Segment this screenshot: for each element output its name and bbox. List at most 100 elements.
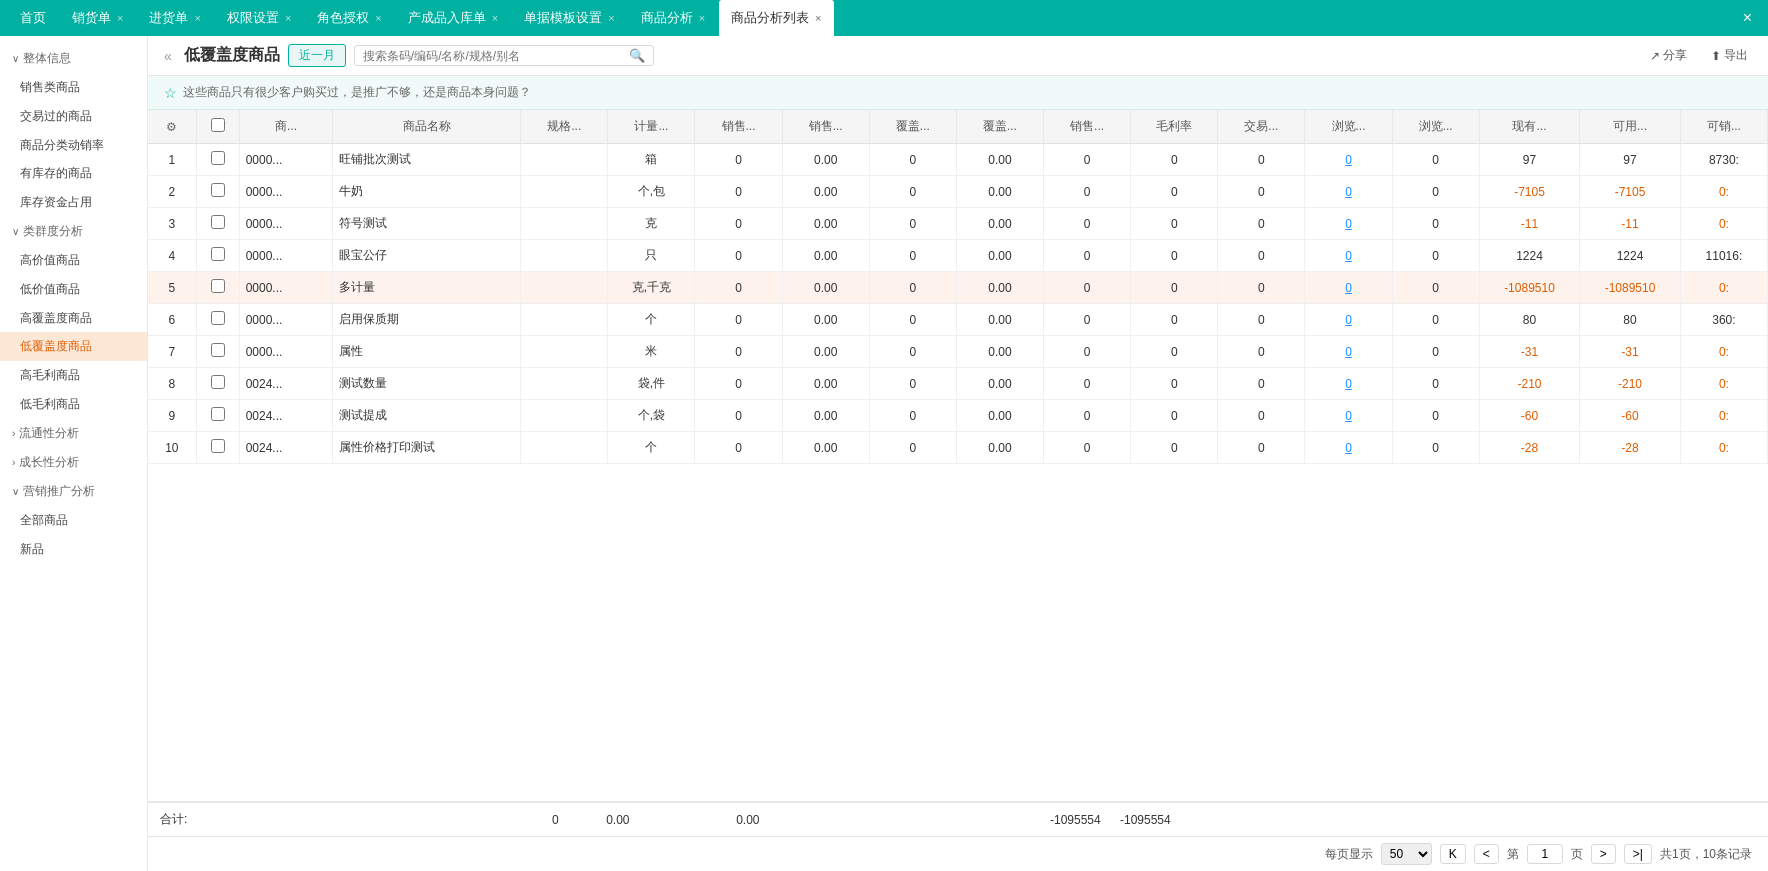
row-select-checkbox[interactable] — [211, 151, 225, 165]
row-name: 牛奶 — [333, 176, 521, 208]
prev-page-button[interactable]: < — [1474, 844, 1499, 864]
row-browse1[interactable]: 0 — [1305, 208, 1392, 240]
close-icon[interactable]: × — [492, 0, 498, 36]
col-settings[interactable]: ⚙ — [148, 110, 196, 144]
row-code: 0000... — [239, 176, 333, 208]
row-cover2: 0.00 — [956, 304, 1043, 336]
row-checkbox[interactable] — [196, 368, 239, 400]
row-browse1[interactable]: 0 — [1305, 240, 1392, 272]
chevron-right-icon: › — [12, 457, 15, 468]
sidebar-collapse-button[interactable]: « — [160, 46, 176, 66]
row-select-checkbox[interactable] — [211, 375, 225, 389]
first-page-button[interactable]: K — [1440, 844, 1466, 864]
search-input[interactable] — [363, 49, 625, 63]
row-browse1[interactable]: 0 — [1305, 272, 1392, 304]
row-browse1[interactable]: 0 — [1305, 400, 1392, 432]
row-select-checkbox[interactable] — [211, 279, 225, 293]
row-checkbox[interactable] — [196, 336, 239, 368]
nav-tab-purchase[interactable]: 进货单 × — [137, 0, 212, 36]
row-select-checkbox[interactable] — [211, 407, 225, 421]
nav-tab-permission[interactable]: 权限设置 × — [215, 0, 303, 36]
col-sale-amt-header: 销售... — [782, 110, 869, 144]
row-stock: -60 — [1479, 400, 1580, 432]
row-saleable: 0: — [1680, 432, 1767, 464]
page-prefix-label: 第 — [1507, 846, 1519, 863]
row-select-checkbox[interactable] — [211, 183, 225, 197]
row-unit: 克 — [608, 208, 695, 240]
table-wrapper[interactable]: ⚙ 商... 商品名称 规格... 计量... 销售... 销售... 覆盖..… — [148, 110, 1768, 801]
close-icon[interactable]: × — [815, 0, 821, 36]
row-browse1[interactable]: 0 — [1305, 176, 1392, 208]
close-icon[interactable]: × — [375, 0, 381, 36]
close-icon[interactable]: × — [117, 0, 123, 36]
sidebar-item-category-rate[interactable]: 商品分类动销率 — [0, 131, 147, 160]
filter-period-button[interactable]: 近一月 — [288, 44, 346, 67]
sidebar-section-liquidity[interactable]: › 流通性分析 — [0, 419, 147, 448]
row-saleable: 0: — [1680, 272, 1767, 304]
close-all-button[interactable]: × — [1735, 9, 1760, 27]
next-page-button[interactable]: > — [1591, 844, 1616, 864]
sidebar-item-all-goods[interactable]: 全部商品 — [0, 506, 147, 535]
nav-tab-analysis-list[interactable]: 商品分析列表 × — [719, 0, 833, 36]
sidebar-section-growth[interactable]: › 成长性分析 — [0, 448, 147, 477]
row-unit: 箱 — [608, 144, 695, 176]
row-select-checkbox[interactable] — [211, 439, 225, 453]
share-button[interactable]: ↗ 分享 — [1642, 45, 1695, 66]
row-checkbox[interactable] — [196, 304, 239, 336]
row-browse1[interactable]: 0 — [1305, 304, 1392, 336]
row-select-checkbox[interactable] — [211, 343, 225, 357]
row-checkbox[interactable] — [196, 400, 239, 432]
search-icon[interactable]: 🔍 — [629, 48, 645, 63]
close-icon[interactable]: × — [285, 0, 291, 36]
last-page-button[interactable]: >| — [1624, 844, 1652, 864]
sidebar-item-sales-goods[interactable]: 销售类商品 — [0, 73, 147, 102]
sidebar-item-traded-goods[interactable]: 交易过的商品 — [0, 102, 147, 131]
row-checkbox[interactable] — [196, 432, 239, 464]
row-checkbox[interactable] — [196, 240, 239, 272]
row-cover2: 0.00 — [956, 336, 1043, 368]
sidebar-section-marketing[interactable]: ∨ 营销推广分析 — [0, 477, 147, 506]
sidebar-item-low-coverage[interactable]: 低覆盖度商品 — [0, 332, 147, 361]
row-browse1[interactable]: 0 — [1305, 144, 1392, 176]
nav-tab-product[interactable]: 产成品入库单 × — [396, 0, 510, 36]
nav-tab-sales[interactable]: 销货单 × — [60, 0, 135, 36]
row-select-checkbox[interactable] — [211, 247, 225, 261]
row-browse1[interactable]: 0 — [1305, 368, 1392, 400]
close-icon[interactable]: × — [699, 0, 705, 36]
row-gross: 0 — [1131, 208, 1218, 240]
sidebar-item-high-value[interactable]: 高价值商品 — [0, 246, 147, 275]
nav-tab-template[interactable]: 单据模板设置 × — [512, 0, 626, 36]
col-avail-header: 可用... — [1580, 110, 1681, 144]
settings-icon[interactable]: ⚙ — [166, 120, 177, 134]
row-select-checkbox[interactable] — [211, 215, 225, 229]
total-info: 共1页，10条记录 — [1660, 846, 1752, 863]
nav-tab-analysis[interactable]: 商品分析 × — [629, 0, 717, 36]
sidebar-section-group[interactable]: ∨ 类群度分析 — [0, 217, 147, 246]
sidebar-item-low-value[interactable]: 低价值商品 — [0, 275, 147, 304]
sidebar-item-new-goods[interactable]: 新品 — [0, 535, 147, 564]
nav-tab-home[interactable]: 首页 — [8, 0, 58, 36]
row-name: 多计量 — [333, 272, 521, 304]
sidebar-item-high-margin[interactable]: 高毛利商品 — [0, 361, 147, 390]
row-checkbox[interactable] — [196, 208, 239, 240]
select-all-checkbox[interactable] — [211, 118, 225, 132]
row-checkbox[interactable] — [196, 272, 239, 304]
col-checkbox[interactable] — [196, 110, 239, 144]
close-icon[interactable]: × — [608, 0, 614, 36]
export-button[interactable]: ⬆ 导出 — [1703, 45, 1756, 66]
col-browse2-header: 浏览... — [1392, 110, 1479, 144]
sidebar-item-stock-fund[interactable]: 库存资金占用 — [0, 188, 147, 217]
sidebar-item-with-stock[interactable]: 有库存的商品 — [0, 159, 147, 188]
row-browse1[interactable]: 0 — [1305, 336, 1392, 368]
per-page-select[interactable]: 50 20 100 200 — [1381, 843, 1432, 865]
sidebar-item-high-coverage[interactable]: 高覆盖度商品 — [0, 304, 147, 333]
row-checkbox[interactable] — [196, 176, 239, 208]
row-checkbox[interactable] — [196, 144, 239, 176]
page-number-input[interactable] — [1527, 844, 1563, 864]
close-icon[interactable]: × — [194, 0, 200, 36]
row-browse1[interactable]: 0 — [1305, 432, 1392, 464]
row-select-checkbox[interactable] — [211, 311, 225, 325]
sidebar-item-low-margin[interactable]: 低毛利商品 — [0, 390, 147, 419]
sidebar-section-overall[interactable]: ∨ 整体信息 — [0, 44, 147, 73]
nav-tab-role[interactable]: 角色授权 × — [305, 0, 393, 36]
